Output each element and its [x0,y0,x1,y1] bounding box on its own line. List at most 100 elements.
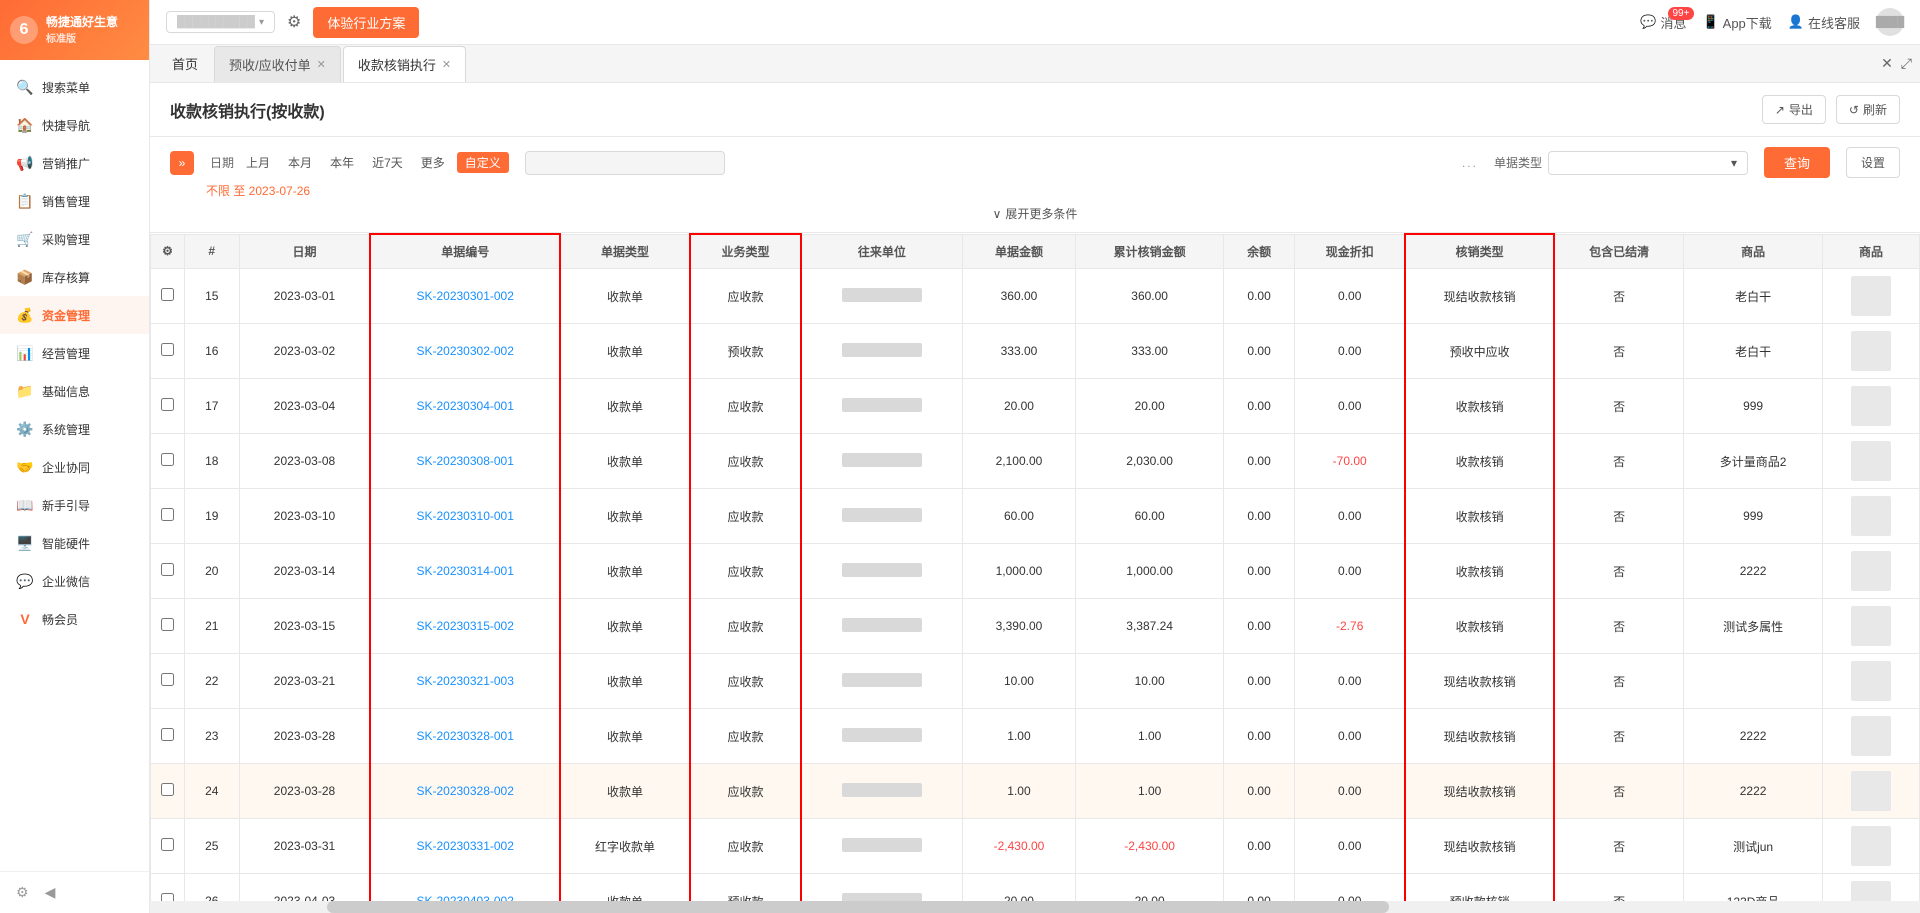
row-checkbox[interactable] [151,544,185,599]
wechat-icon: 💬 [16,572,34,590]
org-selector[interactable]: ██████████ ▾ [166,11,275,33]
sidebar-item-operations[interactable]: 📊 经营管理 [0,334,149,372]
col-date-header[interactable]: 日期 [239,234,370,269]
tab-prepay-close-icon[interactable]: ✕ [317,58,326,71]
col-goods-header[interactable]: 商品 [1684,234,1823,269]
row-partner [801,709,962,764]
col-writeoff-amount-header[interactable]: 累计核销金额 [1076,234,1224,269]
row-checkbox[interactable] [151,324,185,379]
date-more[interactable]: 更多 [415,152,451,173]
col-cash-discount-header[interactable]: 现金折扣 [1295,234,1405,269]
sidebar-item-sales[interactable]: 📋 销售管理 [0,182,149,220]
row-voucher-no[interactable]: SK-20230302-002 [370,324,559,379]
row-voucher-no[interactable]: SK-20230308-001 [370,434,559,489]
date-last-month[interactable]: 上月 [240,152,276,173]
industry-solution-button[interactable]: 体验行业方案 [313,7,419,38]
row-checkbox[interactable] [151,489,185,544]
row-voucher-no[interactable]: SK-20230331-002 [370,819,559,874]
row-checkbox[interactable] [151,709,185,764]
row-checkbox[interactable] [151,269,185,324]
row-checkbox[interactable] [151,654,185,709]
table-row: 18 2023-03-08 SK-20230308-001 收款单 应收款 2,… [151,434,1920,489]
sidebar-item-marketing[interactable]: 📢 营销推广 [0,144,149,182]
row-biz-type: 应收款 [690,544,801,599]
row-voucher-no[interactable]: SK-20230321-003 [370,654,559,709]
row-voucher-no[interactable]: SK-20230314-001 [370,544,559,599]
voucher-type-select[interactable]: ▾ [1548,151,1748,175]
settings-button[interactable]: 设置 [1846,147,1900,178]
online-support[interactable]: 👤 在线客服 [1788,13,1860,32]
close-all-tabs-button[interactable]: ✕ [1881,55,1893,72]
col-voucher-type-header[interactable]: 单据类型 [560,234,690,269]
row-checkbox[interactable] [151,764,185,819]
tab-prepay[interactable]: 预收/应收付单 ✕ [214,46,341,82]
sidebar-item-purchase[interactable]: 🛒 采购管理 [0,220,149,258]
export-button[interactable]: ↗ 导出 [1762,95,1826,124]
sidebar-item-finance[interactable]: 💰 资金管理 [0,296,149,334]
tab-home[interactable]: 首页 [158,46,212,81]
avatar[interactable]: ████ [1876,8,1904,36]
col-writeoff-type-header[interactable]: 核销类型 [1405,234,1554,269]
row-writeoff-type: 收款核销 [1405,599,1554,654]
sidebar-item-guide[interactable]: 📖 新手引导 [0,486,149,524]
sidebar-item-hardware[interactable]: 🖥️ 智能硬件 [0,524,149,562]
tab-collection[interactable]: 收款核销执行 ✕ [343,46,466,82]
sidebar-item-inventory[interactable]: 📦 库存核算 [0,258,149,296]
row-partner [801,819,962,874]
sidebar-item-wechat[interactable]: 💬 企业微信 [0,562,149,600]
row-voucher-no[interactable]: SK-20230328-002 [370,764,559,819]
date-this-month[interactable]: 本月 [282,152,318,173]
row-partner [801,654,962,709]
col-amount-header[interactable]: 单据金额 [962,234,1076,269]
col-include-settled-header[interactable]: 包含已结清 [1554,234,1683,269]
row-voucher-no[interactable]: SK-20230304-001 [370,379,559,434]
row-include-settled: 否 [1554,379,1683,434]
app-download[interactable]: 📱 App下载 [1702,13,1771,32]
row-voucher-no[interactable]: SK-20230315-002 [370,599,559,654]
settings-gear-icon[interactable]: ⚙ [287,12,301,32]
sidebar-item-search[interactable]: 🔍 搜索菜单 [0,68,149,106]
expand-tab-button[interactable]: ⤢ [1901,55,1912,72]
tab-collection-close-icon[interactable]: ✕ [442,58,451,71]
row-balance: 0.00 [1223,379,1294,434]
row-voucher-no[interactable]: SK-20230301-002 [370,269,559,324]
avatar-initial: ████ [1876,17,1904,28]
sidebar-item-member[interactable]: V 畅会员 [0,600,149,638]
sidebar-item-system[interactable]: ⚙️ 系统管理 [0,410,149,448]
logo-subtitle: 标准版 [46,30,118,45]
sidebar-item-quick-nav[interactable]: 🏠 快捷导航 [0,106,149,144]
row-goods2 [1823,434,1920,489]
col-biz-type-header[interactable]: 业务类型 [690,234,801,269]
filter-toggle-button[interactable]: » [170,151,194,175]
message-badge[interactable]: 💬 消息 99+ [1640,13,1686,32]
row-voucher-no[interactable]: SK-20230310-001 [370,489,559,544]
collapse-icon[interactable]: ◀ [45,884,56,901]
row-voucher-no[interactable]: SK-20230328-001 [370,709,559,764]
data-table-container[interactable]: ⚙ # 日期 单据编号 单据类型 业务类型 往来单位 单据金额 累计核销金额 余… [150,233,1920,913]
col-partner-header[interactable]: 往来单位 [801,234,962,269]
row-checkbox[interactable] [151,819,185,874]
trading-partner-input[interactable] [525,151,725,175]
refresh-button[interactable]: ↺ 刷新 [1836,95,1900,124]
expand-more-conditions[interactable]: ∨ 展开更多条件 [170,205,1900,222]
row-checkbox[interactable] [151,379,185,434]
row-cash-discount: 0.00 [1295,709,1405,764]
date-this-year[interactable]: 本年 [324,152,360,173]
row-biz-type: 应收款 [690,489,801,544]
query-button[interactable]: 查询 [1764,147,1830,178]
sidebar-item-basic[interactable]: 📁 基础信息 [0,372,149,410]
col-voucher-no-header[interactable]: 单据编号 [370,234,559,269]
settings-icon[interactable]: ⚙ [16,884,29,901]
sidebar-item-enterprise[interactable]: 🤝 企业协同 [0,448,149,486]
row-writeoff-amount: 1.00 [1076,764,1224,819]
col-settings-header[interactable]: ⚙ [151,234,185,269]
col-goods2-header[interactable]: 商品 [1823,234,1920,269]
row-checkbox[interactable] [151,434,185,489]
col-balance-header[interactable]: 余额 [1223,234,1294,269]
date-last-7-days[interactable]: 近7天 [366,152,409,173]
date-custom-button[interactable]: 自定义 [457,152,509,173]
row-goods: 多计量商品2 [1684,434,1823,489]
horizontal-scrollbar[interactable] [150,901,1920,913]
row-checkbox[interactable] [151,599,185,654]
more-filter-dots[interactable]: ... [1462,156,1478,170]
